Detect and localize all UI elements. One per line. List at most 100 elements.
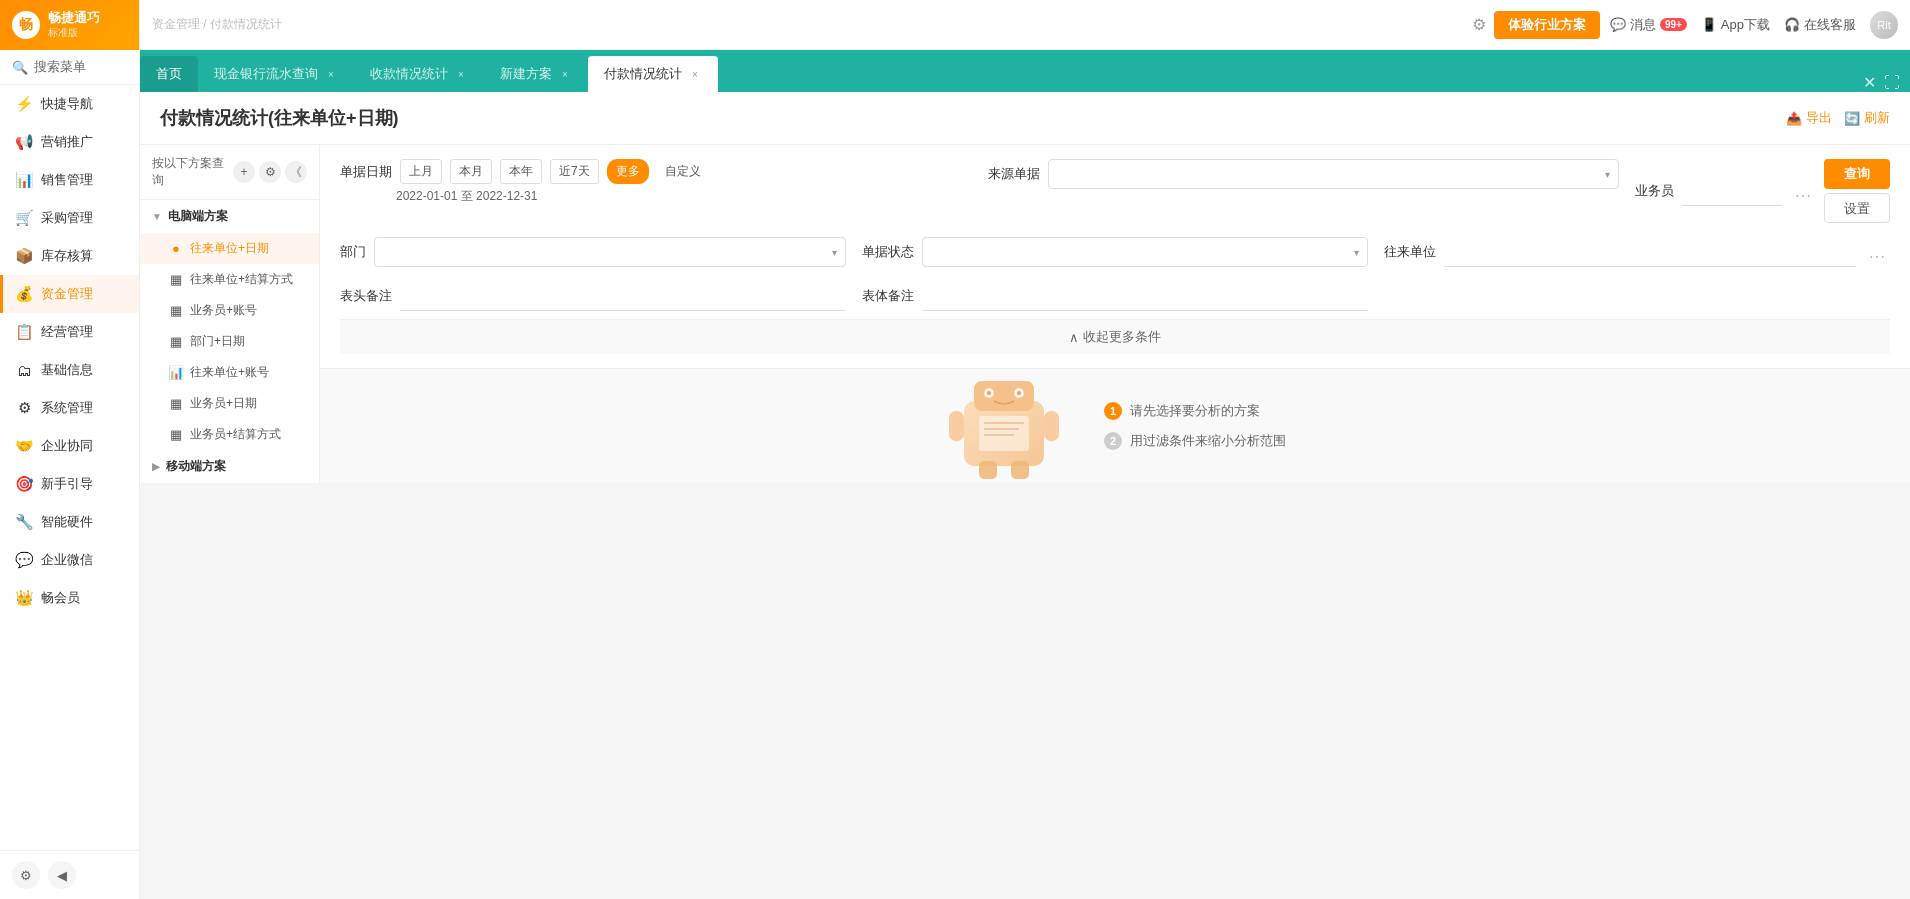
sidebar-search[interactable]: 🔍 搜索菜单 bbox=[0, 50, 139, 85]
filter-cell-source: 来源单据 ▾ bbox=[988, 159, 1620, 189]
date-btn-custom[interactable]: 自定义 bbox=[657, 160, 709, 183]
dept-select[interactable]: ▾ bbox=[374, 237, 846, 267]
sidebar-item-operations[interactable]: 📋 经营管理 bbox=[0, 313, 139, 351]
date-btn-last-month[interactable]: 上月 bbox=[400, 159, 442, 184]
sidebar-item-sales[interactable]: 📊 销售管理 bbox=[0, 161, 139, 199]
collapse-sidebar-btn[interactable]: ◀ bbox=[48, 861, 76, 889]
scheme-settings-btn[interactable]: ⚙ bbox=[259, 161, 281, 183]
messages-icon: 💬 bbox=[1610, 17, 1626, 32]
scheme-item-partner-date[interactable]: ● 往来单位+日期 bbox=[140, 233, 319, 264]
tab-payment-stats[interactable]: 付款情况统计 × bbox=[588, 56, 718, 92]
scheme-item-dept-date[interactable]: ▦ 部门+日期 bbox=[140, 326, 319, 357]
export-btn[interactable]: 📤 导出 bbox=[1786, 109, 1832, 127]
settings-footer-btn[interactable]: ⚙ bbox=[12, 861, 40, 889]
scheme-item-icon-4: 📊 bbox=[168, 365, 184, 381]
sidebar-item-smart-hw[interactable]: 🔧 智能硬件 bbox=[0, 503, 139, 541]
online-support-label: 在线客服 bbox=[1804, 16, 1856, 34]
date-btn-more[interactable]: 更多 bbox=[607, 159, 649, 184]
app-download-btn[interactable]: 📱 App下载 bbox=[1701, 16, 1770, 34]
collapse-more-btn[interactable]: ∧ 收起更多条件 bbox=[340, 319, 1890, 354]
scheme-add-btn[interactable]: + bbox=[233, 161, 255, 183]
empty-illustration bbox=[944, 371, 1064, 481]
messages-btn[interactable]: 💬 消息 99+ bbox=[1610, 16, 1687, 34]
scheme-item-label: 业务员+日期 bbox=[190, 395, 257, 412]
filter-results-area: 单据日期 上月 本月 本年 近7天 更多 自定义 2022-01-01 至 20… bbox=[320, 145, 1910, 483]
date-btn-this-year[interactable]: 本年 bbox=[500, 159, 542, 184]
tab-new-scheme[interactable]: 新建方案 × bbox=[484, 56, 588, 92]
date-btn-last-7days[interactable]: 近7天 bbox=[550, 159, 599, 184]
partner-label: 往来单位 bbox=[1384, 243, 1436, 261]
export-icon: 📤 bbox=[1786, 111, 1802, 126]
svg-rect-8 bbox=[979, 461, 997, 479]
collapse-up-icon: ∧ bbox=[1069, 330, 1079, 345]
header-note-label: 表头备注 bbox=[340, 287, 392, 305]
body-note-input[interactable] bbox=[922, 281, 1368, 311]
page-title: 付款情况统计(往来单位+日期) bbox=[160, 106, 399, 144]
empty-state: 1 请先选择要分析的方案 2 用过滤条件来缩小分析范围 bbox=[944, 371, 1286, 481]
sidebar-item-label: 采购管理 bbox=[41, 209, 93, 227]
topbar-icons: 💬 消息 99+ 📱 App下载 🎧 在线客服 Rit bbox=[1610, 11, 1898, 39]
sidebar-item-finance[interactable]: 💰 资金管理 bbox=[0, 275, 139, 313]
try-industry-btn[interactable]: 体验行业方案 bbox=[1494, 11, 1600, 39]
sidebar-item-quick-nav[interactable]: ⚡ 快捷导航 bbox=[0, 85, 139, 123]
tab-income-stats[interactable]: 收款情况统计 × bbox=[354, 56, 484, 92]
tab-bank-flow[interactable]: 现金银行流水查询 × bbox=[198, 56, 354, 92]
status-select-arrow-icon: ▾ bbox=[1354, 247, 1359, 258]
tab-new-scheme-close[interactable]: × bbox=[558, 67, 572, 81]
sidebar-item-enterprise[interactable]: 🤝 企业协同 bbox=[0, 427, 139, 465]
logo-icon: 畅 bbox=[12, 11, 40, 39]
breadcrumb-text: 资金管理 / 付款情况统计 bbox=[152, 16, 282, 33]
tab-bank-flow-close[interactable]: × bbox=[324, 67, 338, 81]
scheme-item-icon-5: ▦ bbox=[168, 396, 184, 412]
refresh-btn[interactable]: 🔄 刷新 bbox=[1844, 109, 1890, 127]
query-btn[interactable]: 查询 bbox=[1824, 159, 1890, 189]
scheme-item-staff-account[interactable]: ▦ 业务员+账号 bbox=[140, 295, 319, 326]
scheme-group-desktop-title[interactable]: ▼ 电脑端方案 bbox=[140, 200, 319, 233]
scheme-item-staff-date[interactable]: ▦ 业务员+日期 bbox=[140, 388, 319, 419]
tab-close-all-btn[interactable]: ✕ bbox=[1863, 73, 1876, 92]
collapse-more-label: 收起更多条件 bbox=[1083, 328, 1161, 346]
hint-1-text: 请先选择要分析的方案 bbox=[1130, 402, 1260, 420]
sidebar-item-basic-info[interactable]: 🗂 基础信息 bbox=[0, 351, 139, 389]
scheme-item-partner-settle[interactable]: ▦ 往来单位+结算方式 bbox=[140, 264, 319, 295]
export-label: 导出 bbox=[1806, 109, 1832, 127]
topbar-settings-icon[interactable]: ⚙ bbox=[1472, 15, 1486, 34]
header-note-input[interactable] bbox=[400, 281, 846, 311]
scheme-item-staff-settle[interactable]: ▦ 业务员+结算方式 bbox=[140, 419, 319, 450]
app-download-label: App下载 bbox=[1721, 16, 1770, 34]
tab-payment-stats-close[interactable]: × bbox=[688, 67, 702, 81]
tab-income-stats-close[interactable]: × bbox=[454, 67, 468, 81]
status-select[interactable]: ▾ bbox=[922, 237, 1368, 267]
smart-hw-icon: 🔧 bbox=[15, 513, 33, 531]
sidebar-item-purchase[interactable]: 🛒 采购管理 bbox=[0, 199, 139, 237]
online-support-btn[interactable]: 🎧 在线客服 bbox=[1784, 16, 1856, 34]
sidebar-item-membership[interactable]: 👑 畅会员 bbox=[0, 579, 139, 617]
scheme-item-label: 业务员+账号 bbox=[190, 302, 257, 319]
partner-dots[interactable]: … bbox=[1864, 242, 1890, 263]
purchase-icon: 🛒 bbox=[15, 209, 33, 227]
filter-settings-btn[interactable]: 设置 bbox=[1824, 193, 1890, 223]
sidebar-item-marketing[interactable]: 📢 营销推广 bbox=[0, 123, 139, 161]
staff-dots[interactable]: … bbox=[1790, 181, 1816, 202]
membership-icon: 👑 bbox=[15, 589, 33, 607]
partner-input[interactable] bbox=[1444, 237, 1856, 267]
scheme-item-label: 往来单位+结算方式 bbox=[190, 271, 293, 288]
filter-cell-date: 单据日期 上月 本月 本年 近7天 更多 自定义 2022-01-01 至 20… bbox=[340, 159, 972, 205]
scheme-group-mobile: ▶ 移动端方案 bbox=[140, 450, 319, 483]
sidebar-item-inventory[interactable]: 📦 库存核算 bbox=[0, 237, 139, 275]
scheme-item-partner-account[interactable]: 📊 往来单位+账号 bbox=[140, 357, 319, 388]
filter-row-1: 单据日期 上月 本月 本年 近7天 更多 自定义 2022-01-01 至 20… bbox=[340, 159, 1890, 223]
staff-input[interactable] bbox=[1682, 176, 1782, 206]
source-select[interactable]: ▾ bbox=[1048, 159, 1620, 189]
sidebar-item-enterprise-wechat[interactable]: 💬 企业微信 bbox=[0, 541, 139, 579]
avatar[interactable]: Rit bbox=[1870, 11, 1898, 39]
scheme-collapse-btn[interactable]: 《 bbox=[285, 161, 307, 183]
date-btn-this-month[interactable]: 本月 bbox=[450, 159, 492, 184]
tab-maximize-btn[interactable]: ⛶ bbox=[1884, 74, 1900, 92]
sidebar-item-guide[interactable]: 🎯 新手引导 bbox=[0, 465, 139, 503]
sidebar-item-system[interactable]: ⚙ 系统管理 bbox=[0, 389, 139, 427]
scheme-group-mobile-title[interactable]: ▶ 移动端方案 bbox=[140, 450, 319, 483]
body-layout: 按以下方案查询 + ⚙ 《 ▼ 电脑端方案 ● 往来 bbox=[140, 145, 1910, 483]
sidebar-item-label: 智能硬件 bbox=[41, 513, 93, 531]
tab-home[interactable]: 首页 bbox=[140, 56, 198, 92]
